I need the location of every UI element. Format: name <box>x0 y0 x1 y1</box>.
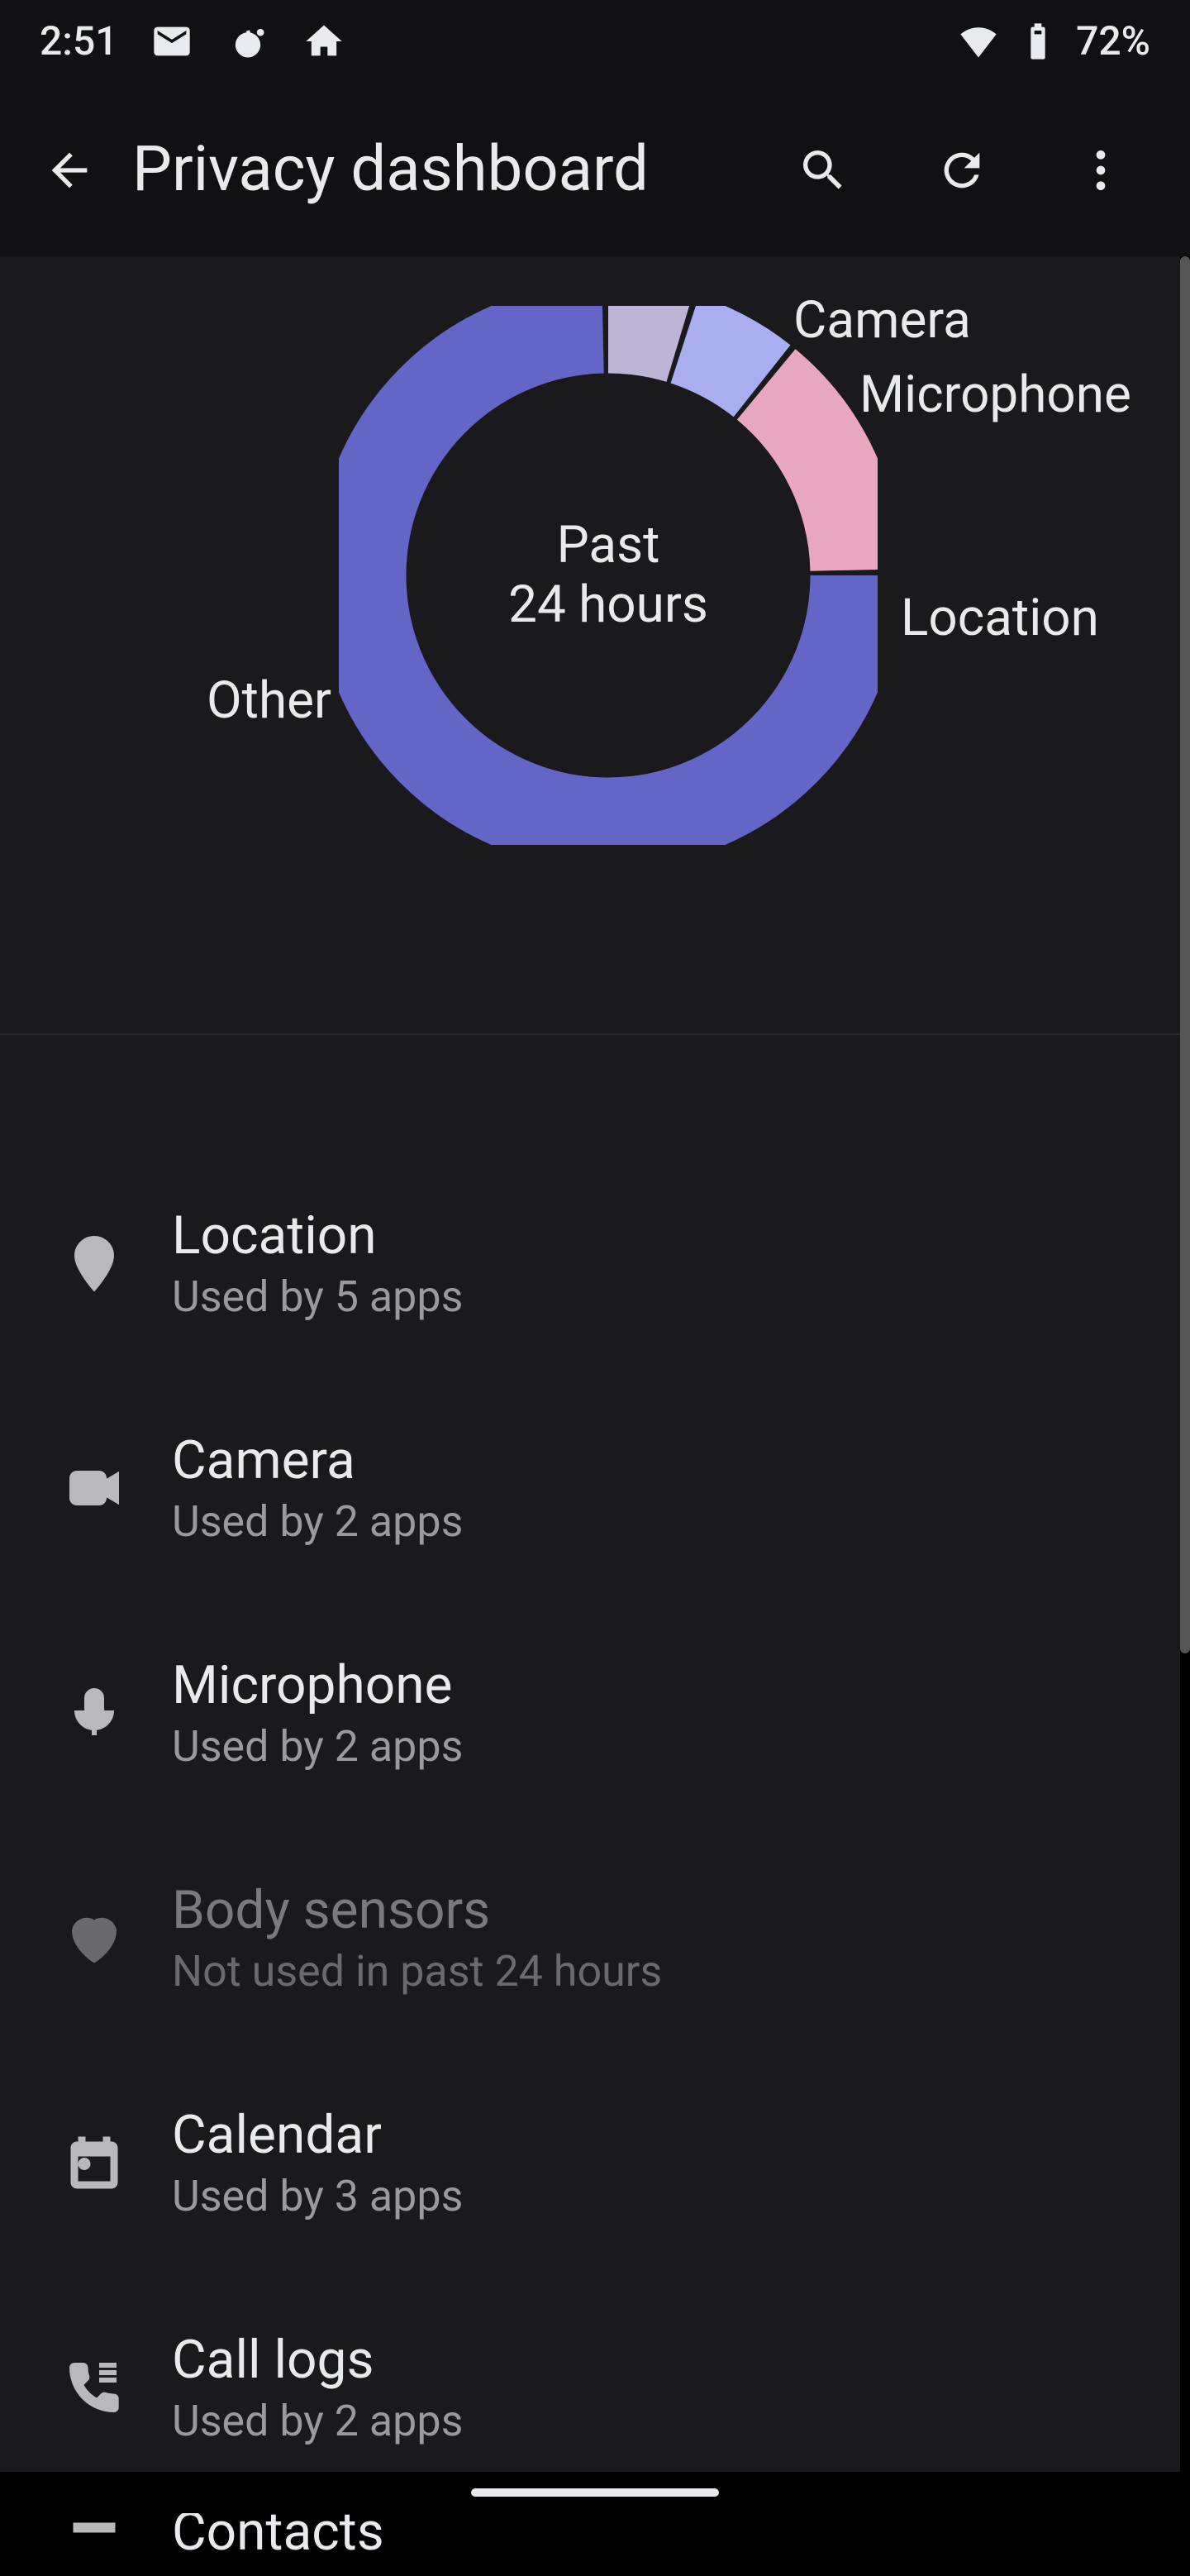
app-bar: Privacy dashboard <box>0 83 1190 256</box>
nav-bar <box>0 2472 1190 2513</box>
row-sub: Used by 2 apps <box>172 2397 463 2447</box>
row-sub: Not used in past 24 hours <box>172 1948 662 1997</box>
mail-icon <box>151 20 194 63</box>
row-call-logs[interactable]: Call logs Used by 2 apps <box>0 2275 1180 2500</box>
status-time: 2:51 <box>40 18 118 64</box>
row-sub: Used by 3 apps <box>172 2173 463 2222</box>
battery-icon <box>1016 20 1059 63</box>
content-area: Past 24 hours Camera Microphone Location… <box>0 256 1180 2472</box>
search-icon <box>797 143 850 196</box>
status-battery-pct: 72% <box>1076 18 1150 64</box>
heart-icon <box>64 1908 124 1968</box>
permission-list: Location Used by 5 apps Camera Used by 2 a… <box>0 1035 1180 2566</box>
row-location[interactable]: Location Used by 5 apps <box>0 1151 1180 1376</box>
camera-icon <box>64 1458 124 1518</box>
row-sub: Used by 2 apps <box>172 1498 463 1548</box>
back-button[interactable] <box>20 120 119 219</box>
row-calendar[interactable]: Calendar Used by 3 apps <box>0 2050 1180 2275</box>
arrow-back-icon <box>43 143 96 196</box>
row-title: Location <box>172 1204 463 1267</box>
location-icon <box>64 1233 124 1293</box>
row-title: Body sensors <box>172 1878 662 1941</box>
more-button[interactable] <box>1051 120 1150 219</box>
chart-label-camera: Camera <box>793 289 971 351</box>
refresh-button[interactable] <box>912 120 1011 219</box>
calllog-icon <box>64 2358 124 2417</box>
nav-pill[interactable] <box>471 2488 719 2497</box>
refresh-icon <box>935 143 988 196</box>
search-button[interactable] <box>774 120 873 219</box>
donut-center-label: Past 24 hours <box>339 306 878 845</box>
calendar-icon <box>64 2133 124 2192</box>
home-icon <box>303 20 346 63</box>
row-title: Calendar <box>172 2103 463 2166</box>
row-title: Camera <box>172 1429 463 1491</box>
scrollbar[interactable] <box>1180 256 1190 1653</box>
donut-chart: Past 24 hours <box>339 306 878 845</box>
chart-label-other: Other <box>207 670 331 731</box>
row-title: Call logs <box>172 2328 463 2391</box>
row-sub: Used by 5 apps <box>172 1273 463 1323</box>
row-sub: Used by 2 apps <box>172 1723 463 1772</box>
chart-label-location: Location <box>901 587 1099 648</box>
row-microphone[interactable]: Microphone Used by 2 apps <box>0 1600 1180 1825</box>
reddit-icon <box>227 20 270 63</box>
chart-label-microphone: Microphone <box>859 364 1131 425</box>
usage-chart: Past 24 hours Camera Microphone Location… <box>0 256 1180 1035</box>
more-vert-icon <box>1074 143 1127 196</box>
page-title: Privacy dashboard <box>132 133 774 206</box>
wifi-icon <box>957 20 1000 63</box>
status-bar: 2:51 72% <box>0 0 1190 83</box>
row-camera[interactable]: Camera Used by 2 apps <box>0 1376 1180 1600</box>
contacts-icon <box>64 2516 124 2576</box>
row-title: Microphone <box>172 1653 463 1716</box>
mic-icon <box>64 1683 124 1743</box>
row-body-sensors[interactable]: Body sensors Not used in past 24 hours <box>0 1825 1180 2050</box>
